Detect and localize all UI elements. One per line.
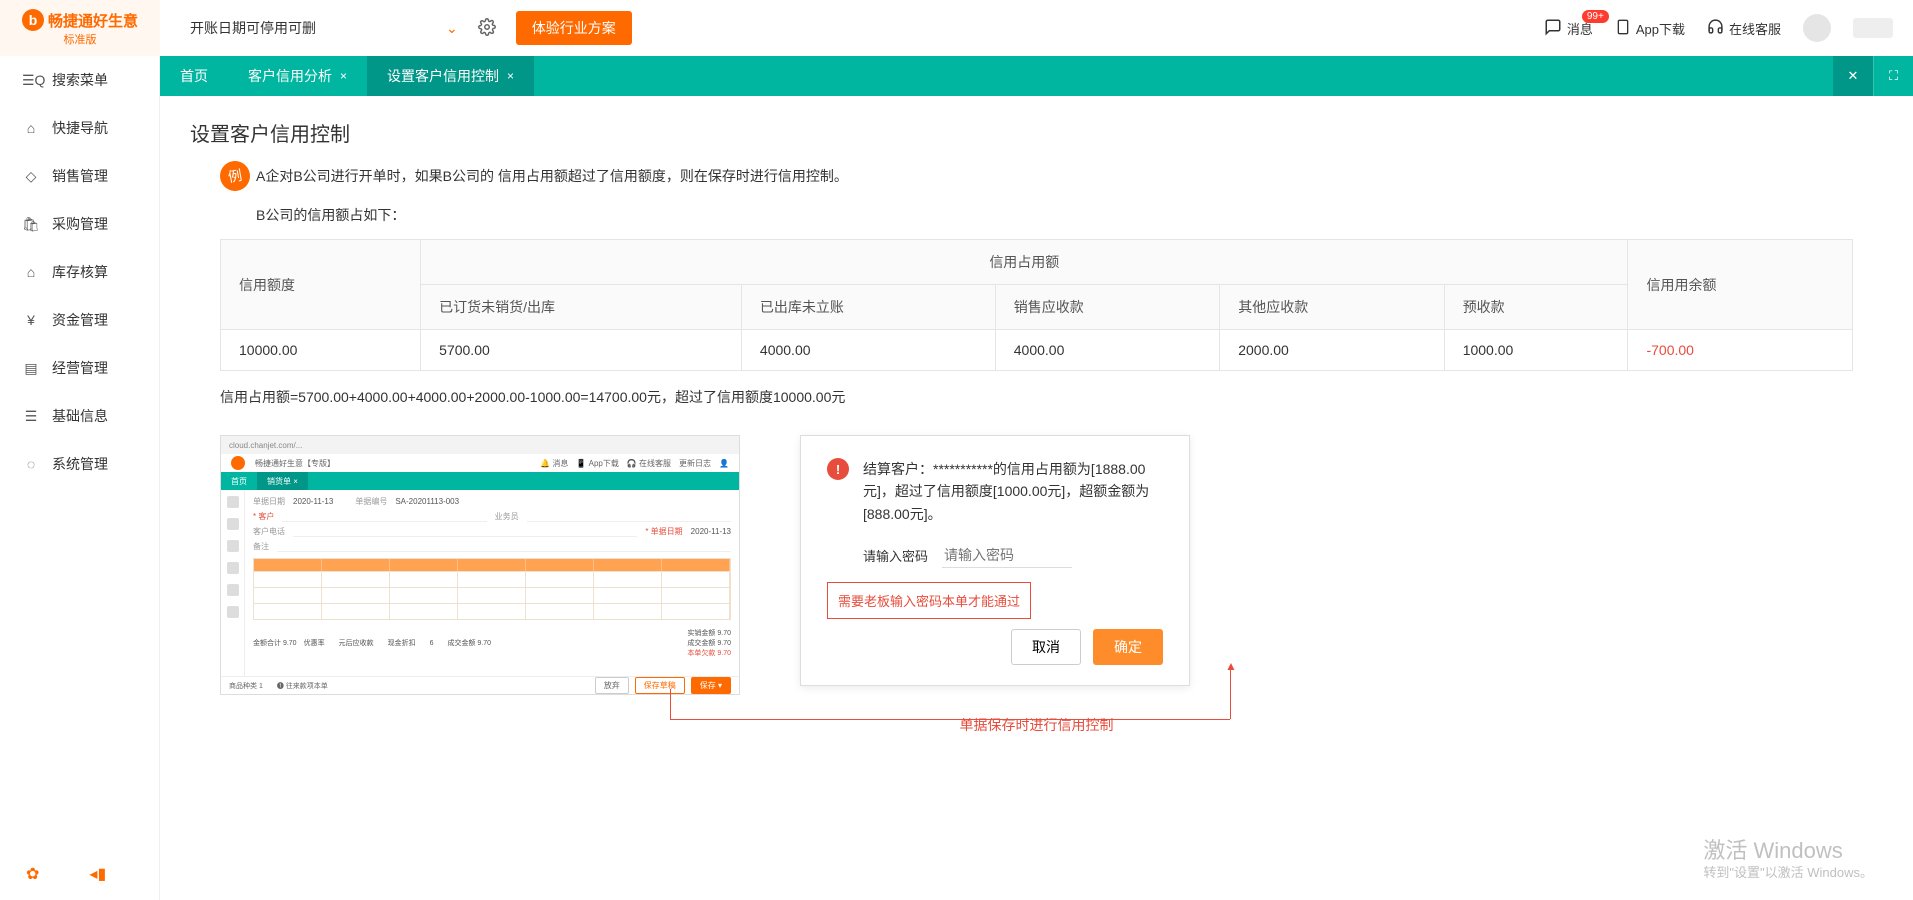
logo-icon: b <box>22 9 44 31</box>
gear-icon[interactable] <box>478 18 496 39</box>
messages-badge: 99+ <box>1582 10 1609 23</box>
collapse-icon[interactable]: ◂▮ <box>89 864 106 884</box>
bag-icon: 🛍 <box>22 216 40 233</box>
list-icon: ☰ <box>22 408 40 425</box>
screenshot-preview: cloud.chanjet.com/... 畅捷通好生意【专版】🔔 消息 📱 A… <box>220 435 740 695</box>
doc-icon: ▤ <box>22 360 40 377</box>
content: 设置客户信用控制 例 A企对B公司进行开单时，如果B公司的 信用占用额超过了信用… <box>160 96 1913 900</box>
credit-table: 信用额度 信用占用额 信用用余额 已订货未销货/出库 已出库未立账 销售应收款 … <box>220 239 1853 371</box>
circle-icon: ◌ <box>22 456 40 472</box>
tab-bar: 首页 客户信用分析× 设置客户信用控制× ✕ ⛶ <box>160 56 1913 96</box>
th-c2: 已出库未立账 <box>741 285 995 330</box>
dialog-note: 需要老板输入密码本单才能通过 <box>827 582 1031 619</box>
sidebar: ☰Q搜索菜单 ⌂快捷导航 ◇销售管理 🛍采购管理 ⌂库存核算 ¥资金管理 ▤经营… <box>0 56 160 900</box>
credit-dialog: ! 结算客户：***********的信用占用额为[1888.00元]，超过了信… <box>800 435 1190 686</box>
sidebar-item-business[interactable]: ▤经营管理 <box>0 344 159 392</box>
tag-icon: ◇ <box>22 168 40 185</box>
brand-logo: b畅捷通好生意 标准版 <box>0 0 160 56</box>
password-input[interactable] <box>942 543 1072 568</box>
money-icon: ¥ <box>22 312 40 328</box>
sidebar-item-inventory[interactable]: ⌂库存核算 <box>0 248 159 296</box>
cancel-button[interactable]: 取消 <box>1011 629 1081 665</box>
support-button[interactable]: 在线客服 <box>1707 18 1781 38</box>
account-date-dropdown[interactable]: 开账日期可停用可删 ⌄ <box>190 18 458 38</box>
sidebar-item-sales[interactable]: ◇销售管理 <box>0 152 159 200</box>
brand-edition: 标准版 <box>64 31 97 47</box>
search-icon: ☰Q <box>22 72 40 89</box>
page-title: 设置客户信用控制 <box>160 96 1913 161</box>
box-icon: ⌂ <box>22 264 40 280</box>
th-c5: 预收款 <box>1444 285 1628 330</box>
tab-credit-control[interactable]: 设置客户信用控制× <box>367 56 534 96</box>
table-row: 10000.00 5700.00 4000.00 4000.00 2000.00… <box>221 330 1853 371</box>
example-subtext: B公司的信用额占如下： <box>256 205 1853 225</box>
mini-logo-icon <box>231 456 245 470</box>
example-text: A企对B公司进行开单时，如果B公司的 信用占用额超过了信用额度，则在保存时进行信… <box>256 166 848 186</box>
mini-save-button: 保存 ▾ <box>691 677 731 694</box>
illustration-caption: 单据保存时进行信用控制 <box>220 715 1853 735</box>
sidebar-item-search[interactable]: ☰Q搜索菜单 <box>0 56 159 104</box>
th-limit: 信用额度 <box>221 240 421 330</box>
tab-home[interactable]: 首页 <box>160 56 228 96</box>
sidebar-item-quicknav[interactable]: ⌂快捷导航 <box>0 104 159 152</box>
illustration: cloud.chanjet.com/... 畅捷通好生意【专版】🔔 消息 📱 A… <box>220 435 1853 695</box>
app-header: b畅捷通好生意 标准版 开账日期可停用可删 ⌄ 体验行业方案 消息 99+ Ap… <box>0 0 1913 56</box>
settings-icon[interactable]: ✿ <box>26 864 39 884</box>
sidebar-item-baseinfo[interactable]: ☰基础信息 <box>0 392 159 440</box>
windows-watermark: 激活 Windows 转到"设置"以激活 Windows。 <box>1703 837 1873 882</box>
th-c3: 销售应收款 <box>995 285 1219 330</box>
sidebar-item-funds[interactable]: ¥资金管理 <box>0 296 159 344</box>
headset-icon <box>1707 18 1724 38</box>
close-icon[interactable]: × <box>507 69 514 83</box>
fullscreen-button[interactable]: ⛶ <box>1873 56 1913 96</box>
sidebar-item-system[interactable]: ◌系统管理 <box>0 440 159 488</box>
example-row: 例 A企对B公司进行开单时，如果B公司的 信用占用额超过了信用额度，则在保存时进… <box>220 161 1853 191</box>
close-icon[interactable]: × <box>340 69 347 83</box>
user-tag <box>1853 18 1893 38</box>
th-c4: 其他应收款 <box>1220 285 1444 330</box>
th-c1: 已订货未销货/出库 <box>421 285 742 330</box>
th-remain: 信用用余额 <box>1628 240 1853 330</box>
tab-credit-analysis[interactable]: 客户信用分析× <box>228 56 367 96</box>
phone-icon <box>1615 19 1631 38</box>
chevron-down-icon: ⌄ <box>446 20 458 37</box>
cta-button[interactable]: 体验行业方案 <box>516 11 632 45</box>
confirm-button[interactable]: 确定 <box>1093 629 1163 665</box>
formula-text: 信用占用额=5700.00+4000.00+4000.00+2000.00-10… <box>220 387 1853 407</box>
alert-icon: ! <box>827 458 849 480</box>
main-area: 首页 客户信用分析× 设置客户信用控制× ✕ ⛶ 设置客户信用控制 例 A企对B… <box>160 56 1913 900</box>
home-icon: ⌂ <box>22 120 40 136</box>
app-download-button[interactable]: App下载 <box>1615 19 1685 38</box>
sidebar-item-purchase[interactable]: 🛍采购管理 <box>0 200 159 248</box>
example-badge: 例 <box>218 159 253 194</box>
avatar[interactable] <box>1803 14 1831 42</box>
messages-button[interactable]: 消息 99+ <box>1544 18 1593 39</box>
dialog-message: 结算客户：***********的信用占用额为[1888.00元]，超过了信用额… <box>863 458 1163 525</box>
sidebar-footer: ✿ ◂▮ <box>0 848 159 900</box>
chat-icon <box>1544 18 1562 39</box>
close-tab-button[interactable]: ✕ <box>1833 56 1873 96</box>
password-label: 请输入密码 <box>863 546 928 565</box>
th-used: 信用占用额 <box>421 240 1628 285</box>
